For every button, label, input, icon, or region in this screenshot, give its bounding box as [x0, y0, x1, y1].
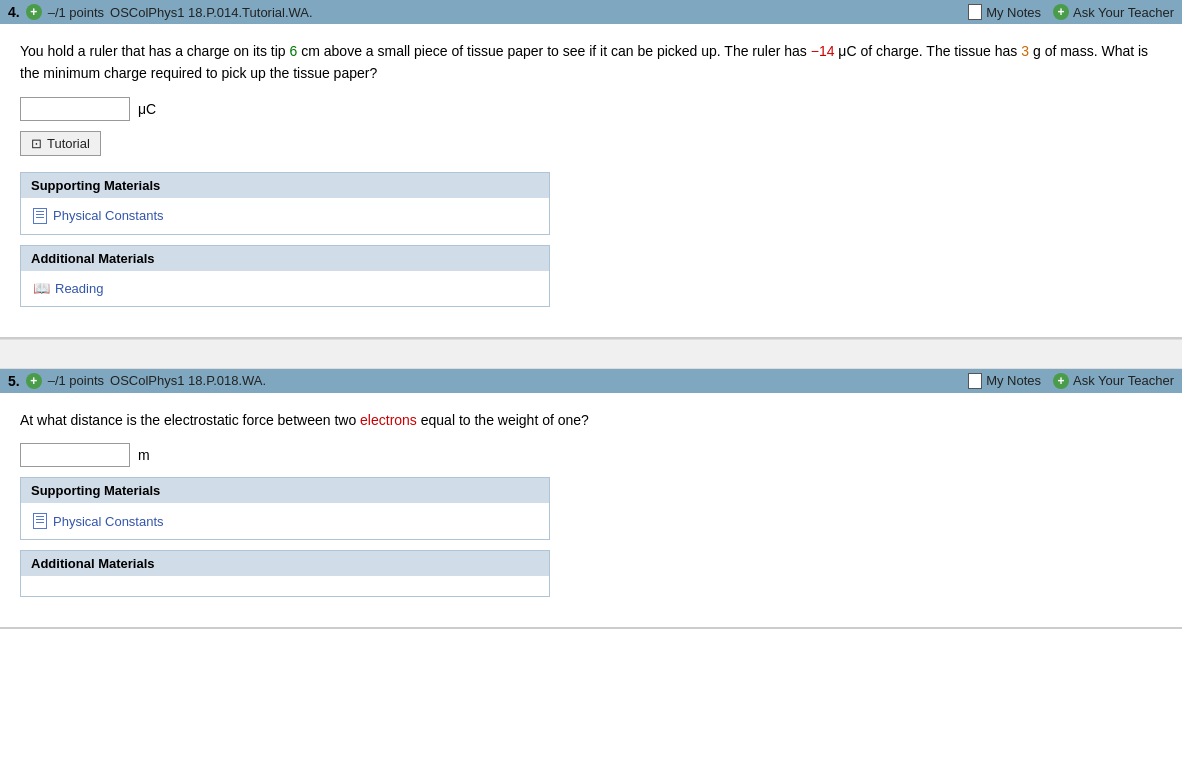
- ask-teacher-btn-5[interactable]: + Ask Your Teacher: [1053, 373, 1174, 389]
- tutorial-icon-4: ⊡: [31, 136, 42, 151]
- plus-icon-4[interactable]: +: [26, 4, 42, 20]
- question-5: 5. + –/1 points OSColPhys1 18.P.018.WA. …: [0, 369, 1182, 629]
- note-icon-4: [968, 4, 982, 20]
- header-right-5: My Notes + Ask Your Teacher: [968, 373, 1174, 389]
- my-notes-label-5: My Notes: [986, 373, 1041, 388]
- course-code-4: OSColPhys1 18.P.014.Tutorial.WA.: [110, 5, 313, 20]
- question-text-5: At what distance is the electrostatic fo…: [20, 409, 1162, 431]
- additional-materials-body-5: [21, 576, 549, 596]
- my-notes-btn-4[interactable]: My Notes: [968, 4, 1041, 20]
- answer-row-5: m: [20, 443, 1162, 467]
- answer-input-4[interactable]: [20, 97, 130, 121]
- doc-icon-4: [33, 208, 47, 224]
- physical-constants-label-4: Physical Constants: [53, 208, 164, 223]
- question-number-4: 4.: [8, 4, 20, 20]
- reading-link-4[interactable]: 📖 Reading: [33, 281, 537, 296]
- note-icon-5: [968, 373, 982, 389]
- plus-icon-5[interactable]: +: [26, 373, 42, 389]
- supporting-materials-body-5: Physical Constants: [21, 503, 549, 539]
- additional-materials-body-4: 📖 Reading: [21, 271, 549, 306]
- text-middle1-5: equal to the weight of one?: [417, 412, 589, 428]
- ask-plus-icon-4: +: [1053, 4, 1069, 20]
- text-middle2-4: μC of charge. The tissue has: [834, 43, 1021, 59]
- physical-constants-link-5[interactable]: Physical Constants: [33, 513, 537, 529]
- reading-label-4: Reading: [55, 281, 103, 296]
- question-number-5: 5.: [8, 373, 20, 389]
- text-prefix-5: At what distance is the electrostatic fo…: [20, 412, 360, 428]
- answer-input-5[interactable]: [20, 443, 130, 467]
- physical-constants-link-4[interactable]: Physical Constants: [33, 208, 537, 224]
- value1-5: electrons: [360, 412, 417, 428]
- answer-row-4: μC: [20, 97, 1162, 121]
- question-4-body: You hold a ruler that has a charge on it…: [0, 24, 1182, 337]
- text-prefix-4: You hold a ruler that has a charge on it…: [20, 43, 290, 59]
- doc-icon-5: [33, 513, 47, 529]
- tutorial-btn-4[interactable]: ⊡ Tutorial: [20, 131, 101, 156]
- tutorial-label-4: Tutorial: [47, 136, 90, 151]
- question-4: 4. + –/1 points OSColPhys1 18.P.014.Tuto…: [0, 0, 1182, 339]
- supporting-materials-body-4: Physical Constants: [21, 198, 549, 234]
- ask-teacher-label-5: Ask Your Teacher: [1073, 373, 1174, 388]
- text-middle1-4: cm above a small piece of tissue paper t…: [297, 43, 810, 59]
- question-5-header: 5. + –/1 points OSColPhys1 18.P.018.WA. …: [0, 369, 1182, 393]
- value3-4: 3: [1021, 43, 1029, 59]
- additional-materials-5: Additional Materials: [20, 550, 550, 597]
- header-left-5: 5. + –/1 points OSColPhys1 18.P.018.WA.: [8, 373, 266, 389]
- points-5: –/1 points: [48, 373, 104, 388]
- value2-4: −14: [811, 43, 835, 59]
- physical-constants-label-5: Physical Constants: [53, 514, 164, 529]
- question-4-header: 4. + –/1 points OSColPhys1 18.P.014.Tuto…: [0, 0, 1182, 24]
- header-right-4: My Notes + Ask Your Teacher: [968, 4, 1174, 20]
- unit-label-5: m: [138, 447, 150, 463]
- ask-teacher-btn-4[interactable]: + Ask Your Teacher: [1053, 4, 1174, 20]
- supporting-materials-header-4: Supporting Materials: [21, 173, 549, 198]
- unit-label-4: μC: [138, 101, 156, 117]
- gap-between-questions: [0, 339, 1182, 369]
- book-icon-4: 📖: [33, 281, 49, 295]
- question-text-4: You hold a ruler that has a charge on it…: [20, 40, 1162, 85]
- supporting-materials-4: Supporting Materials Physical Constants: [20, 172, 550, 235]
- additional-materials-4: Additional Materials 📖 Reading: [20, 245, 550, 307]
- my-notes-btn-5[interactable]: My Notes: [968, 373, 1041, 389]
- additional-materials-header-4: Additional Materials: [21, 246, 549, 271]
- points-4: –/1 points: [48, 5, 104, 20]
- ask-teacher-label-4: Ask Your Teacher: [1073, 5, 1174, 20]
- supporting-materials-header-5: Supporting Materials: [21, 478, 549, 503]
- question-5-body: At what distance is the electrostatic fo…: [0, 393, 1182, 627]
- supporting-materials-5: Supporting Materials Physical Constants: [20, 477, 550, 540]
- ask-plus-icon-5: +: [1053, 373, 1069, 389]
- course-code-5: OSColPhys1 18.P.018.WA.: [110, 373, 266, 388]
- additional-materials-header-5: Additional Materials: [21, 551, 549, 576]
- header-left-4: 4. + –/1 points OSColPhys1 18.P.014.Tuto…: [8, 4, 313, 20]
- my-notes-label-4: My Notes: [986, 5, 1041, 20]
